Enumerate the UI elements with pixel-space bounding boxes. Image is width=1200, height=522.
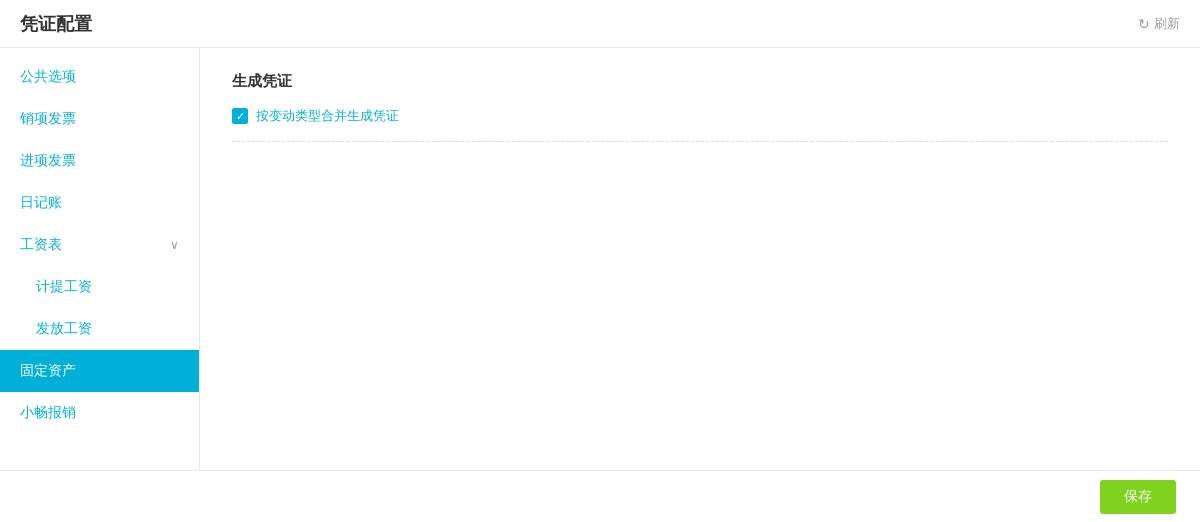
- section-title: 生成凭证: [232, 72, 1168, 91]
- refresh-button[interactable]: ↻ 刷新: [1138, 15, 1180, 33]
- sidebar-item-label: 发放工资: [36, 320, 92, 338]
- sidebar-item-payroll[interactable]: 工资表 ∨: [0, 224, 199, 266]
- sidebar-item-purchase-invoice[interactable]: 进项发票: [0, 140, 199, 182]
- refresh-label: 刷新: [1154, 15, 1180, 33]
- checkbox-label[interactable]: 按变动类型合并生成凭证: [256, 107, 399, 125]
- sidebar-item-calc-salary[interactable]: 计提工资: [0, 266, 199, 308]
- sidebar-item-label: 工资表: [20, 236, 62, 254]
- sidebar-item-expenses[interactable]: 小畅报销: [0, 392, 199, 434]
- header: 凭证配置 ↻ 刷新: [0, 0, 1200, 48]
- sidebar-item-label: 固定资产: [20, 362, 76, 380]
- sidebar: 公共选项 销项发票 进项发票 日记账 工资表 ∨ 计提工资 发放工资 固定资产 …: [0, 48, 200, 470]
- sidebar-item-journal[interactable]: 日记账: [0, 182, 199, 224]
- merge-checkbox[interactable]: [232, 108, 248, 124]
- sidebar-item-fixed-assets[interactable]: 固定资产: [0, 350, 199, 392]
- chevron-down-icon: ∨: [170, 238, 179, 252]
- section-divider: [232, 141, 1168, 142]
- content-area: 生成凭证 按变动类型合并生成凭证: [200, 48, 1200, 470]
- sidebar-item-label: 日记账: [20, 194, 62, 212]
- sidebar-item-label: 销项发票: [20, 110, 76, 128]
- footer: 保存: [0, 470, 1200, 522]
- refresh-icon: ↻: [1138, 16, 1150, 32]
- checkbox-row: 按变动类型合并生成凭证: [232, 107, 1168, 125]
- sidebar-item-label: 计提工资: [36, 278, 92, 296]
- save-button[interactable]: 保存: [1100, 480, 1176, 514]
- sidebar-item-label: 公共选项: [20, 68, 76, 86]
- sidebar-item-public[interactable]: 公共选项: [0, 56, 199, 98]
- sidebar-item-pay-salary[interactable]: 发放工资: [0, 308, 199, 350]
- page-title: 凭证配置: [20, 12, 92, 36]
- main-layout: 公共选项 销项发票 进项发票 日记账 工资表 ∨ 计提工资 发放工资 固定资产 …: [0, 48, 1200, 470]
- sidebar-item-label: 进项发票: [20, 152, 76, 170]
- sidebar-item-label: 小畅报销: [20, 404, 76, 422]
- sidebar-item-sales-invoice[interactable]: 销项发票: [0, 98, 199, 140]
